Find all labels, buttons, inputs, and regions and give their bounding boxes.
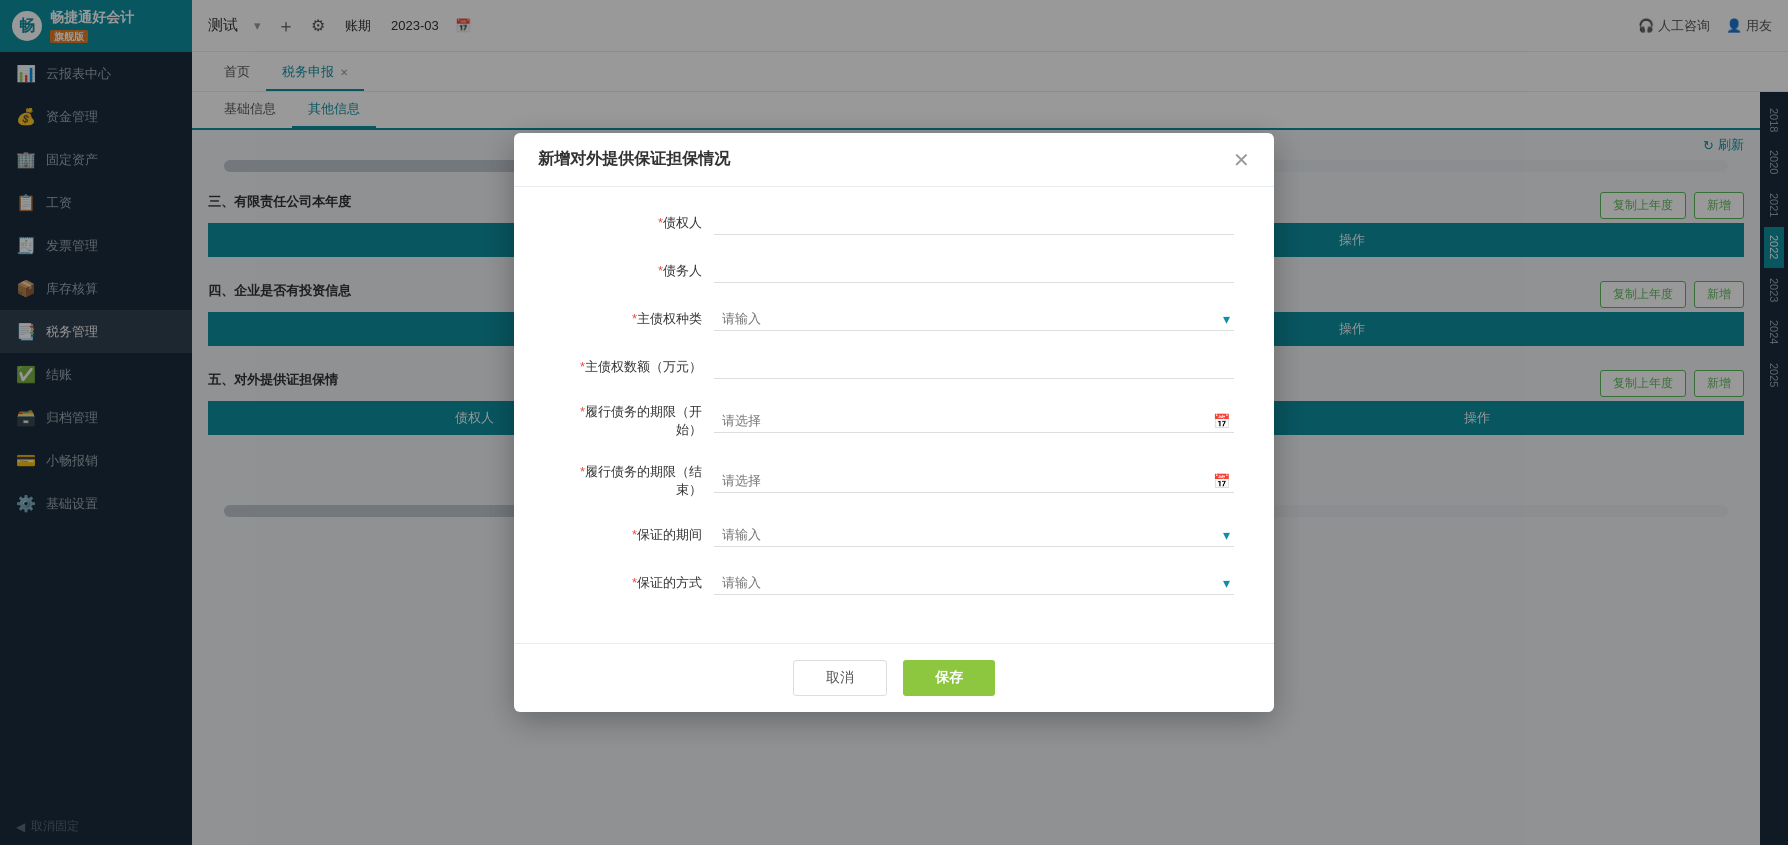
claim-type-input[interactable] — [714, 307, 1223, 330]
period-start-date[interactable]: 📅 — [714, 409, 1234, 433]
form-row-guarantee-period: *保证的期间 ▾ — [554, 523, 1234, 547]
save-button[interactable]: 保存 — [903, 660, 995, 696]
debtor-label: *债务人 — [554, 262, 714, 280]
period-end-calendar-icon[interactable]: 📅 — [1213, 473, 1234, 489]
cancel-button[interactable]: 取消 — [793, 660, 887, 696]
claim-type-chevron-icon: ▾ — [1223, 311, 1234, 327]
claim-amount-label: *主债权数额（万元） — [554, 358, 714, 376]
dialog-body: *债权人 *债务人 *主债权种类 ▾ — [514, 187, 1274, 643]
guarantee-method-chevron-icon: ▾ — [1223, 575, 1234, 591]
form-row-claim-type: *主债权种类 ▾ — [554, 307, 1234, 331]
form-row-creditor: *债权人 — [554, 211, 1234, 235]
period-end-label: *履行债务的期限（结束） — [554, 463, 714, 499]
add-guarantee-dialog: 新增对外提供保证担保情况 ✕ *债权人 *债务人 *主债权种类 — [514, 133, 1274, 712]
period-end-input[interactable] — [714, 469, 1213, 492]
claim-amount-input[interactable] — [714, 355, 1234, 379]
creditor-input[interactable] — [714, 211, 1234, 235]
debtor-input[interactable] — [714, 259, 1234, 283]
dialog-overlay[interactable]: 新增对外提供保证担保情况 ✕ *债权人 *债务人 *主债权种类 — [0, 0, 1788, 845]
form-row-period-end: *履行债务的期限（结束） 📅 — [554, 463, 1234, 499]
guarantee-method-label: *保证的方式 — [554, 574, 714, 592]
guarantee-period-label: *保证的期间 — [554, 526, 714, 544]
claim-type-select[interactable]: ▾ — [714, 307, 1234, 331]
guarantee-period-select[interactable]: ▾ — [714, 523, 1234, 547]
dialog-header: 新增对外提供保证担保情况 ✕ — [514, 133, 1274, 187]
claim-type-label: *主债权种类 — [554, 310, 714, 328]
period-start-label: *履行债务的期限（开始） — [554, 403, 714, 439]
guarantee-period-input[interactable] — [714, 523, 1223, 546]
form-row-period-start: *履行债务的期限（开始） 📅 — [554, 403, 1234, 439]
dialog-footer: 取消 保存 — [514, 643, 1274, 712]
period-start-input[interactable] — [714, 409, 1213, 432]
form-row-debtor: *债务人 — [554, 259, 1234, 283]
guarantee-period-chevron-icon: ▾ — [1223, 527, 1234, 543]
form-row-guarantee-method: *保证的方式 ▾ — [554, 571, 1234, 595]
dialog-close-button[interactable]: ✕ — [1233, 150, 1250, 170]
form-row-claim-amount: *主债权数额（万元） — [554, 355, 1234, 379]
period-end-date[interactable]: 📅 — [714, 469, 1234, 493]
guarantee-method-select[interactable]: ▾ — [714, 571, 1234, 595]
period-start-calendar-icon[interactable]: 📅 — [1213, 413, 1234, 429]
creditor-label: *债权人 — [554, 214, 714, 232]
dialog-title: 新增对外提供保证担保情况 — [538, 149, 730, 170]
guarantee-method-input[interactable] — [714, 571, 1223, 594]
